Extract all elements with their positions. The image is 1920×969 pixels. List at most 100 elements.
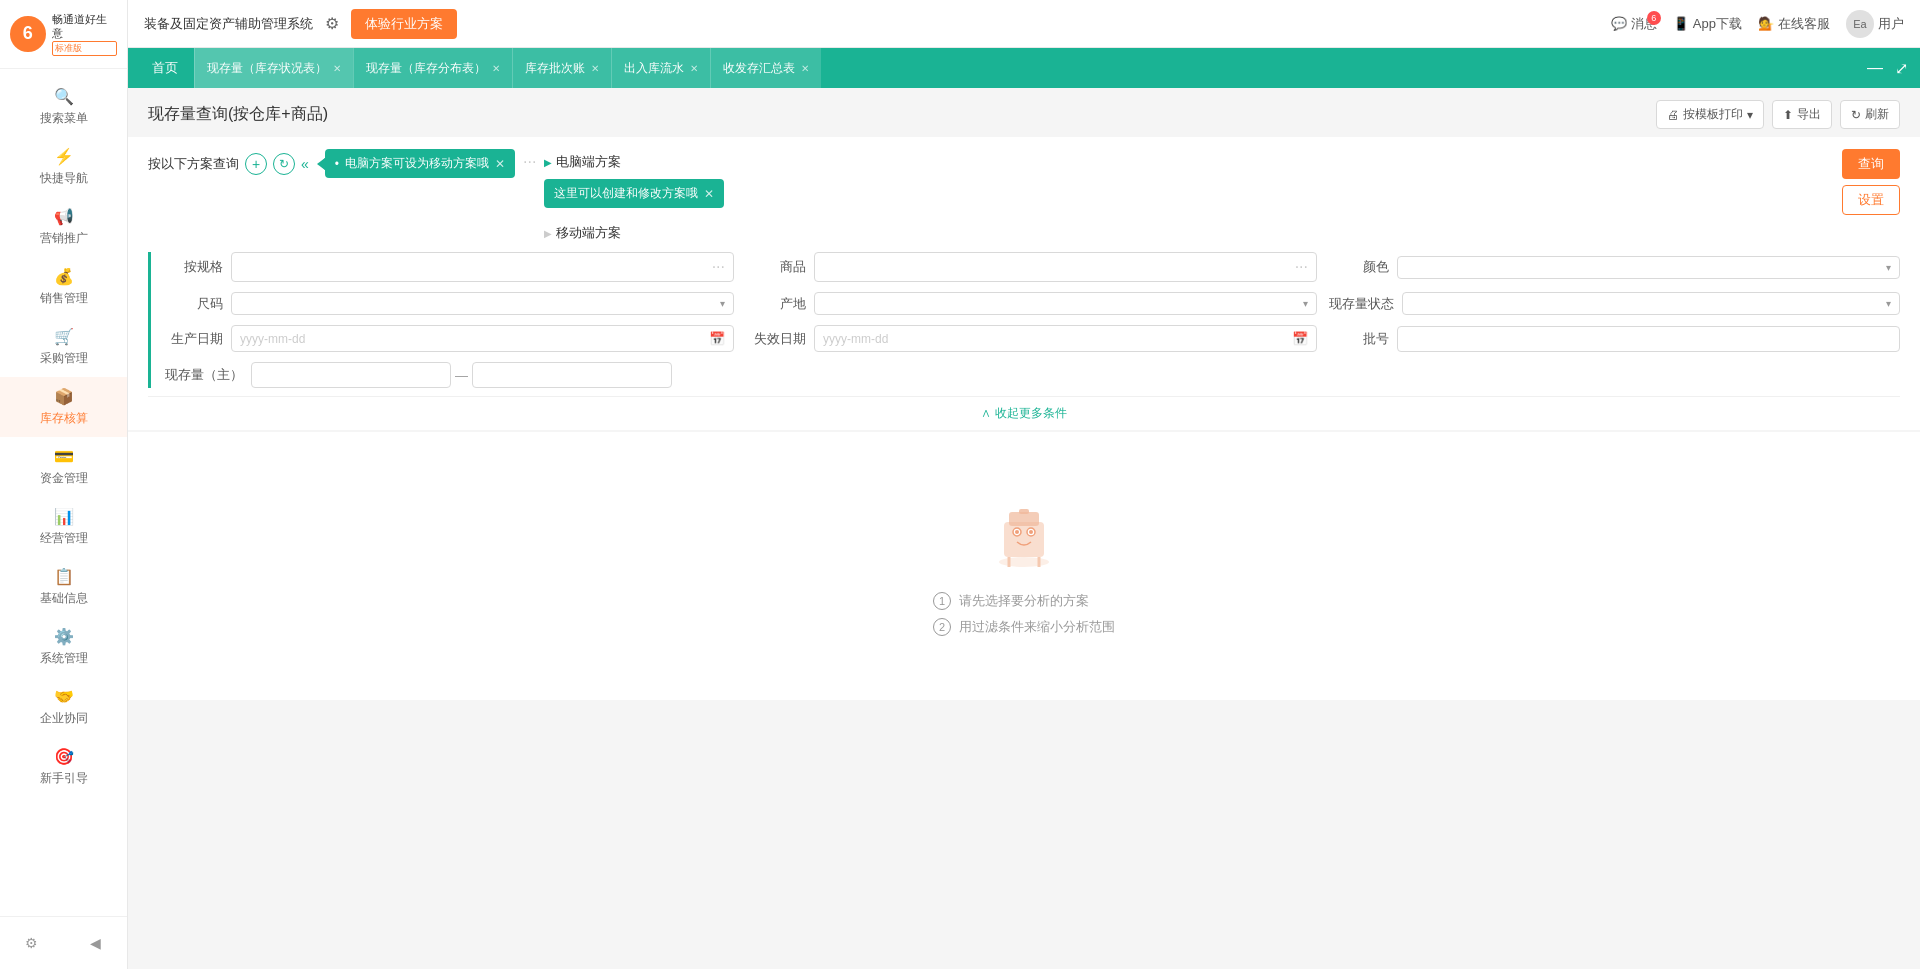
settings-bottom-btn[interactable]: ⚙ (14, 925, 50, 961)
stock-qty-label: 现存量（主） (163, 366, 243, 384)
expire-date-label: 失效日期 (746, 330, 806, 348)
empty-steps: 1 请先选择要分析的方案 2 用过滤条件来缩小分析范围 (933, 588, 1115, 640)
quicknav-icon: ⚡ (54, 147, 74, 166)
size-select[interactable]: ▾ (231, 292, 734, 315)
stock-qty-min[interactable] (251, 362, 451, 388)
filter-field-goods: 商品 ··· (746, 252, 1317, 282)
sidebar-item-search[interactable]: 🔍 搜索菜单 (0, 77, 127, 137)
tab-close-batch[interactable]: ✕ (591, 63, 599, 74)
message-btn[interactable]: 💬 消息 6 (1611, 15, 1657, 33)
user-menu[interactable]: Ea 用户 (1846, 10, 1904, 38)
system-icon: ⚙️ (54, 627, 74, 646)
produce-date-input[interactable]: yyyy-mm-dd 📅 (231, 325, 734, 352)
expire-date-input[interactable]: yyyy-mm-dd 📅 (814, 325, 1317, 352)
tab-close-summary[interactable]: ✕ (801, 63, 809, 74)
tooltip-create-scheme: 这里可以创建和修改方案哦 ✕ (544, 179, 724, 208)
sidebar-item-management[interactable]: 📊 经营管理 (0, 497, 127, 557)
tab-batch[interactable]: 库存批次账 ✕ (512, 48, 611, 88)
color-select[interactable]: ▾ (1397, 256, 1900, 279)
tab-stock-dist[interactable]: 现存量（库存分布表） ✕ (353, 48, 512, 88)
sidebar-item-quicknav[interactable]: ⚡ 快捷导航 (0, 137, 127, 197)
color-label: 颜色 (1329, 258, 1389, 276)
header-settings-icon[interactable]: ⚙ (325, 14, 339, 33)
online-service-btn[interactable]: 💁 在线客服 (1758, 15, 1830, 33)
logo-icon: 6 (10, 16, 46, 52)
stock-qty-range: — (251, 362, 1900, 388)
origin-select-arrow: ▾ (1303, 298, 1308, 309)
svg-point-6 (1029, 530, 1033, 534)
export-icon: ⬆ (1783, 108, 1793, 122)
warehouse-input[interactable]: ··· (231, 252, 734, 282)
tab-stock-status[interactable]: 现存量（库存状况表） ✕ (194, 48, 353, 88)
tooltip1-close[interactable]: ✕ (495, 157, 505, 171)
tab-close-stock-dist[interactable]: ✕ (492, 63, 500, 74)
empty-step-2: 2 用过滤条件来缩小分析范围 (933, 614, 1115, 640)
message-badge: 6 (1647, 11, 1661, 25)
stock-status-select-arrow: ▾ (1886, 298, 1891, 309)
tab-flow[interactable]: 出入库流水 ✕ (611, 48, 710, 88)
svg-point-5 (1015, 530, 1019, 534)
top-header: 装备及固定资产辅助管理系统 ⚙ 体验行业方案 💬 消息 6 📱 App下载 💁 … (128, 0, 1920, 48)
finance-icon: 💳 (54, 447, 74, 466)
page-content: 现存量查询(按仓库+商品) 🖨 按模板打印 ▾ ⬆ 导出 ↻ 刷新 (128, 88, 1920, 969)
empty-state: 1 请先选择要分析的方案 2 用过滤条件来缩小分析范围 (128, 432, 1920, 700)
stock-status-label: 现存量状态 (1329, 295, 1394, 313)
goods-dots-icon: ··· (1295, 258, 1308, 276)
refresh-icon: ↻ (1851, 108, 1861, 122)
sidebar-item-inventory[interactable]: 📦 库存核算 (0, 377, 127, 437)
search-button[interactable]: 查询 (1842, 149, 1900, 179)
sidebar: 6 畅通道好生意 标准版 🔍 搜索菜单 ⚡ 快捷导航 📢 营销推广 💰 销售管理… (0, 0, 128, 969)
collapse-sidebar-btn[interactable]: ◀ (77, 925, 113, 961)
filter-add-scheme-btn[interactable]: + (245, 153, 267, 175)
logo-text: 畅通道好生意 标准版 (52, 12, 117, 56)
refresh-btn[interactable]: ↻ 刷新 (1840, 100, 1900, 129)
guide-icon: 🎯 (54, 747, 74, 766)
reset-button[interactable]: 设置 (1842, 185, 1900, 215)
origin-select[interactable]: ▾ (814, 292, 1317, 315)
stock-qty-max[interactable] (472, 362, 672, 388)
filter-label: 按以下方案查询 (148, 155, 239, 173)
svg-point-0 (999, 557, 1049, 567)
sidebar-item-purchase[interactable]: 🛒 采购管理 (0, 317, 127, 377)
print-btn[interactable]: 🖨 按模板打印 ▾ (1656, 100, 1764, 129)
tab-maximize-btn[interactable]: ⤢ (1891, 55, 1912, 82)
tab-close-stock-status[interactable]: ✕ (333, 63, 341, 74)
collapse-bar[interactable]: ∧ 收起更多条件 (148, 396, 1900, 430)
tab-home[interactable]: 首页 (136, 48, 194, 88)
filter-field-size: 尺码 ▾ (163, 292, 734, 315)
app-download-btn[interactable]: 📱 App下载 (1673, 15, 1742, 33)
tab-minimize-btn[interactable]: — (1863, 55, 1887, 82)
management-icon: 📊 (54, 507, 74, 526)
batch-input[interactable] (1397, 326, 1900, 352)
filter-refresh-btn[interactable]: ↻ (273, 153, 295, 175)
warehouse-label: 按规格 (163, 258, 223, 276)
main-area: 装备及固定资产辅助管理系统 ⚙ 体验行业方案 💬 消息 6 📱 App下载 💁 … (128, 0, 1920, 969)
sidebar-bottom: ⚙ ◀ (0, 916, 127, 969)
sidebar-item-basic[interactable]: 📋 基础信息 (0, 557, 127, 617)
mobile-scheme-item[interactable]: ▶ 移动端方案 (544, 224, 724, 242)
color-select-arrow: ▾ (1886, 262, 1891, 273)
sidebar-item-marketing[interactable]: 📢 营销推广 (0, 197, 127, 257)
sidebar-item-sales[interactable]: 💰 销售管理 (0, 257, 127, 317)
tab-bar-actions: — ⤢ (1863, 55, 1912, 82)
filter-field-color: 颜色 ▾ (1329, 256, 1900, 279)
tooltip2-close[interactable]: ✕ (704, 187, 714, 201)
tab-close-flow[interactable]: ✕ (690, 63, 698, 74)
sidebar-item-system[interactable]: ⚙️ 系统管理 (0, 617, 127, 677)
user-avatar: Ea (1846, 10, 1874, 38)
filter-back-btn[interactable]: « (301, 156, 309, 172)
filter-row-4: 现存量（主） — (163, 362, 1900, 388)
origin-label: 产地 (746, 295, 806, 313)
filter-field-expire-date: 失效日期 yyyy-mm-dd 📅 (746, 325, 1317, 352)
tab-summary[interactable]: 收发存汇总表 ✕ (710, 48, 821, 88)
trial-button[interactable]: 体验行业方案 (351, 9, 457, 39)
export-btn[interactable]: ⬆ 导出 (1772, 100, 1832, 129)
sidebar-item-cooperate[interactable]: 🤝 企业协同 (0, 677, 127, 737)
pc-scheme-item[interactable]: ▶ 电脑端方案 (544, 153, 724, 171)
sidebar-item-guide[interactable]: 🎯 新手引导 (0, 737, 127, 797)
tooltip-pc-scheme: • 电脑方案可设为移动方案哦 ✕ (325, 149, 515, 178)
stock-status-select[interactable]: ▾ (1402, 292, 1900, 315)
sidebar-item-finance[interactable]: 💳 资金管理 (0, 437, 127, 497)
print-icon: 🖨 (1667, 108, 1679, 122)
goods-input[interactable]: ··· (814, 252, 1317, 282)
